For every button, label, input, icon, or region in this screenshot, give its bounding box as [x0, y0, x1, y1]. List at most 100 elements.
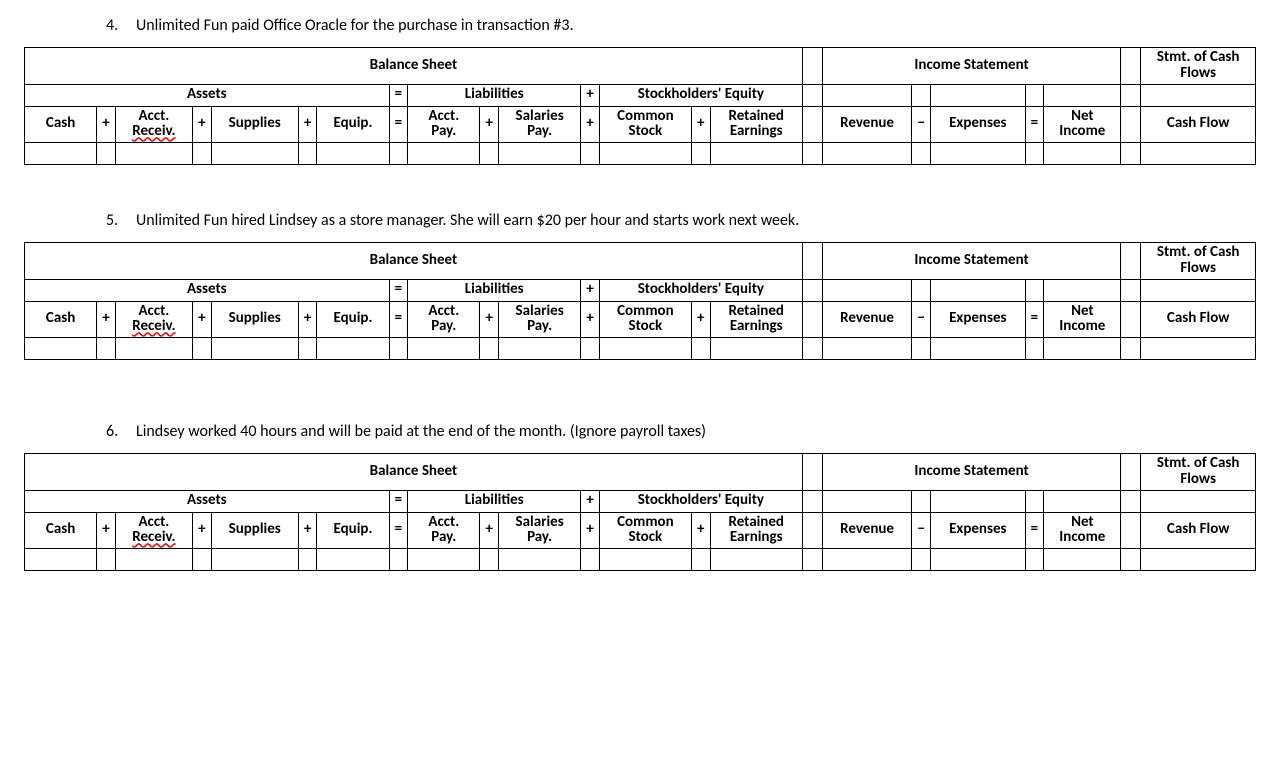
op-eq: = — [1025, 301, 1044, 338]
data-cell — [480, 338, 499, 360]
question-5: 5. Unlimited Fun hired Lindsey as a stor… — [106, 211, 1256, 230]
header-stockholders-equity: Stockholders' Equity — [599, 279, 802, 301]
gap-cell — [1121, 301, 1141, 338]
col-retained-earnings: RetainedEarnings — [710, 512, 802, 549]
op-minus: − — [912, 301, 931, 338]
blank-cell — [1141, 84, 1256, 106]
op-plus: + — [298, 301, 317, 338]
blank-cell — [1141, 490, 1256, 512]
gap-cell — [802, 106, 822, 143]
data-cell — [25, 338, 97, 360]
header-liabilities: Liabilities — [408, 84, 581, 106]
col-expenses: Expenses — [931, 106, 1026, 143]
col-cash-flow: Cash Flow — [1141, 301, 1256, 338]
col-net-income: NetIncome — [1044, 512, 1121, 549]
gap-cell — [802, 454, 822, 491]
col-acct-pay: Acct.Pay. — [408, 512, 480, 549]
data-cell — [802, 338, 822, 360]
op-plus: + — [581, 106, 600, 143]
col-supplies: Supplies — [211, 512, 298, 549]
col-salaries-pay: SalariesPay. — [499, 512, 581, 549]
data-cell — [389, 143, 408, 165]
data-cell — [1044, 338, 1121, 360]
op-plus: + — [192, 106, 211, 143]
op-plus: + — [480, 301, 499, 338]
data-cell — [912, 338, 931, 360]
data-cell — [1141, 549, 1256, 571]
header-stmt-cash-flows: Stmt. of Cash Flows — [1141, 243, 1256, 280]
blank-cell — [1025, 490, 1044, 512]
data-cell — [25, 549, 97, 571]
blank-cell — [822, 84, 912, 106]
header-income-statement: Income Statement — [822, 48, 1121, 85]
op-eq: = — [1025, 512, 1044, 549]
gap-cell — [1121, 512, 1141, 549]
data-cell — [1121, 338, 1141, 360]
col-equip: Equip. — [317, 106, 389, 143]
data-cell — [691, 338, 710, 360]
question-text: Unlimited Fun hired Lindsey as a store m… — [136, 211, 799, 230]
data-cell — [317, 549, 389, 571]
question-number: 5. — [106, 211, 136, 230]
transaction-table-5: Balance Sheet Income Statement Stmt. of … — [24, 242, 1256, 360]
col-acct-receiv: Acct.Receiv. — [115, 301, 192, 338]
col-supplies: Supplies — [211, 301, 298, 338]
op-eq: = — [389, 512, 408, 549]
op-plus: + — [97, 512, 116, 549]
header-liabilities: Liabilities — [408, 490, 581, 512]
gap-cell — [802, 243, 822, 280]
blank-cell — [1025, 84, 1044, 106]
data-cell — [317, 143, 389, 165]
gap-cell — [1121, 106, 1141, 143]
data-cell — [1025, 338, 1044, 360]
data-cell — [599, 549, 691, 571]
data-cell — [802, 143, 822, 165]
data-cell — [115, 338, 192, 360]
blank-cell — [822, 490, 912, 512]
col-expenses: Expenses — [931, 301, 1026, 338]
op-eq: = — [1025, 106, 1044, 143]
col-revenue: Revenue — [822, 512, 912, 549]
blank-cell — [1141, 279, 1256, 301]
data-cell — [211, 143, 298, 165]
col-salaries-pay: SalariesPay. — [499, 301, 581, 338]
data-cell — [710, 143, 802, 165]
op-plus: + — [691, 512, 710, 549]
data-cell — [115, 549, 192, 571]
gap-cell — [802, 48, 822, 85]
data-cell — [581, 549, 600, 571]
header-liabilities: Liabilities — [408, 279, 581, 301]
blank-cell — [1044, 490, 1121, 512]
transaction-table-6: Balance Sheet Income Statement Stmt. of … — [24, 453, 1256, 571]
header-stockholders-equity: Stockholders' Equity — [599, 84, 802, 106]
data-cell — [822, 549, 912, 571]
header-assets: Assets — [25, 279, 390, 301]
data-cell — [408, 143, 480, 165]
question-number: 6. — [106, 422, 136, 441]
blank-cell — [931, 84, 1026, 106]
question-4: 4. Unlimited Fun paid Office Oracle for … — [106, 16, 1256, 35]
col-cash: Cash — [25, 106, 97, 143]
op-plus: + — [581, 84, 600, 106]
col-cash-flow: Cash Flow — [1141, 512, 1256, 549]
col-equip: Equip. — [317, 512, 389, 549]
data-cell — [499, 549, 581, 571]
gap-cell — [802, 84, 822, 106]
header-income-statement: Income Statement — [822, 454, 1121, 491]
data-cell — [211, 549, 298, 571]
header-stmt-cash-flows: Stmt. of Cash Flows — [1141, 48, 1256, 85]
data-cell — [97, 549, 116, 571]
op-plus: + — [480, 106, 499, 143]
col-revenue: Revenue — [822, 106, 912, 143]
data-cell — [1121, 143, 1141, 165]
op-eq: = — [389, 490, 408, 512]
op-eq: = — [389, 84, 408, 106]
col-retained-earnings: RetainedEarnings — [710, 301, 802, 338]
op-plus: + — [192, 512, 211, 549]
data-cell — [1141, 143, 1256, 165]
op-plus: + — [581, 490, 600, 512]
op-plus: + — [581, 279, 600, 301]
data-cell — [710, 338, 802, 360]
col-common-stock: CommonStock — [599, 512, 691, 549]
page: 4. Unlimited Fun paid Office Oracle for … — [0, 0, 1280, 774]
